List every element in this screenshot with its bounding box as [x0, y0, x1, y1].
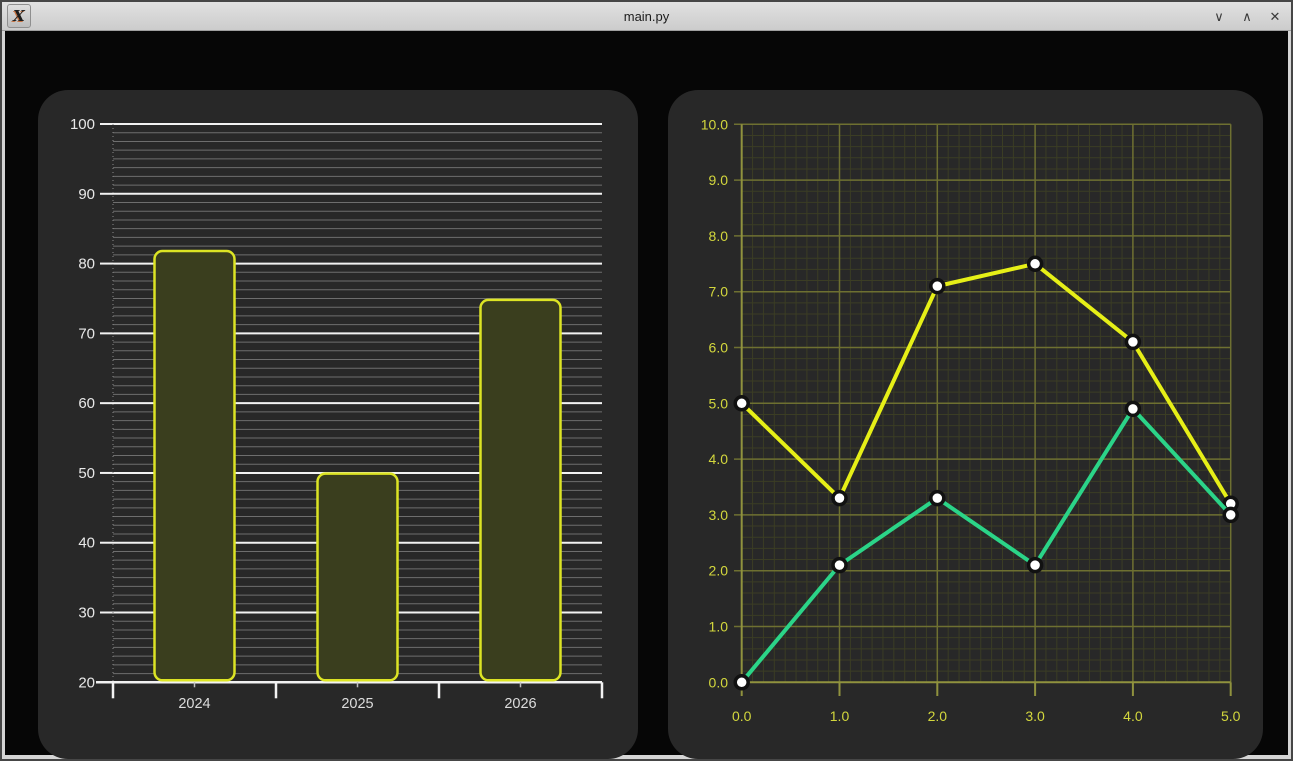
yellow-series-marker	[1026, 255, 1044, 273]
yellow-series-marker	[1124, 333, 1142, 351]
svg-text:8.0: 8.0	[709, 228, 729, 244]
svg-text:100: 100	[70, 116, 95, 133]
yellow-series	[739, 261, 1233, 506]
bar-2025	[316, 472, 399, 682]
svg-text:6.0: 6.0	[709, 340, 729, 356]
green-series-marker	[831, 556, 848, 574]
bar-chart: 20 30 40 50 60 70 80 90 100 2024 2025 2026	[70, 116, 604, 712]
svg-text:2.0: 2.0	[709, 563, 729, 579]
svg-text:4.0: 4.0	[1123, 708, 1143, 724]
yellow-series-marker	[733, 395, 750, 412]
svg-text:3.0: 3.0	[709, 507, 729, 523]
window-title: main.py	[623, 8, 670, 24]
minimize-icon[interactable]: ∨	[1211, 8, 1227, 24]
svg-text:1.0: 1.0	[830, 708, 850, 724]
green-series-marker	[1026, 556, 1044, 574]
svg-text:40: 40	[78, 535, 95, 552]
bar-chart-panel: 20 30 40 50 60 70 80 90 100 2024 2025 2026	[38, 90, 638, 759]
svg-text:5.0: 5.0	[1221, 708, 1241, 724]
app-window: X main.py ∨ ∧ ✕ 20 30 40 50 60 70 80 90 100 2024 2…	[0, 0, 1293, 761]
close-icon[interactable]: ✕	[1267, 8, 1283, 24]
maximize-icon[interactable]: ∧	[1239, 8, 1255, 24]
svg-text:10.0: 10.0	[701, 116, 728, 132]
svg-text:90: 90	[78, 186, 95, 203]
svg-text:7.0: 7.0	[709, 284, 729, 300]
green-series	[739, 406, 1233, 685]
svg-text:4.0: 4.0	[709, 451, 729, 467]
svg-text:60: 60	[78, 395, 95, 412]
svg-text:0.0: 0.0	[732, 708, 752, 724]
svg-text:50: 50	[78, 465, 95, 482]
line-chart-panel: 0.0 1.0 2.0 3.0 4.0 5.0 6.0 7.0 8.0 9.0 10.0 0.0 1.0…	[668, 90, 1263, 759]
green-series-marker	[733, 674, 750, 691]
bar-2024	[153, 249, 236, 682]
window-controls: ∨ ∧ ✕	[1211, 2, 1283, 30]
svg-text:2.0: 2.0	[928, 708, 948, 724]
svg-text:9.0: 9.0	[709, 172, 729, 188]
green-series-marker	[929, 489, 946, 507]
svg-text:0.0: 0.0	[709, 674, 729, 690]
svg-text:2026: 2026	[504, 696, 536, 712]
green-series-marker	[1124, 400, 1142, 418]
svg-text:20: 20	[78, 674, 95, 691]
green-series-marker	[1222, 506, 1239, 524]
svg-text:3.0: 3.0	[1025, 708, 1045, 724]
bar-2026	[479, 298, 562, 682]
line-chart: 0.0 1.0 2.0 3.0 4.0 5.0 6.0 7.0 8.0 9.0 10.0 0.0 1.0…	[701, 116, 1241, 724]
svg-text:2024: 2024	[178, 696, 210, 712]
svg-text:70: 70	[78, 325, 95, 342]
svg-text:1.0: 1.0	[709, 619, 729, 635]
yellow-series-marker	[929, 277, 946, 295]
svg-text:5.0: 5.0	[709, 395, 729, 411]
yellow-series-marker	[831, 489, 848, 507]
app-x11-icon[interactable]: X	[7, 4, 31, 28]
content-area: 20 30 40 50 60 70 80 90 100 2024 2025 2026 0.0 1.0 2.…	[2, 31, 1291, 759]
titlebar[interactable]: X main.py ∨ ∧ ✕	[2, 2, 1291, 31]
svg-text:2025: 2025	[341, 696, 373, 712]
svg-text:30: 30	[78, 605, 95, 622]
svg-text:80: 80	[78, 256, 95, 273]
